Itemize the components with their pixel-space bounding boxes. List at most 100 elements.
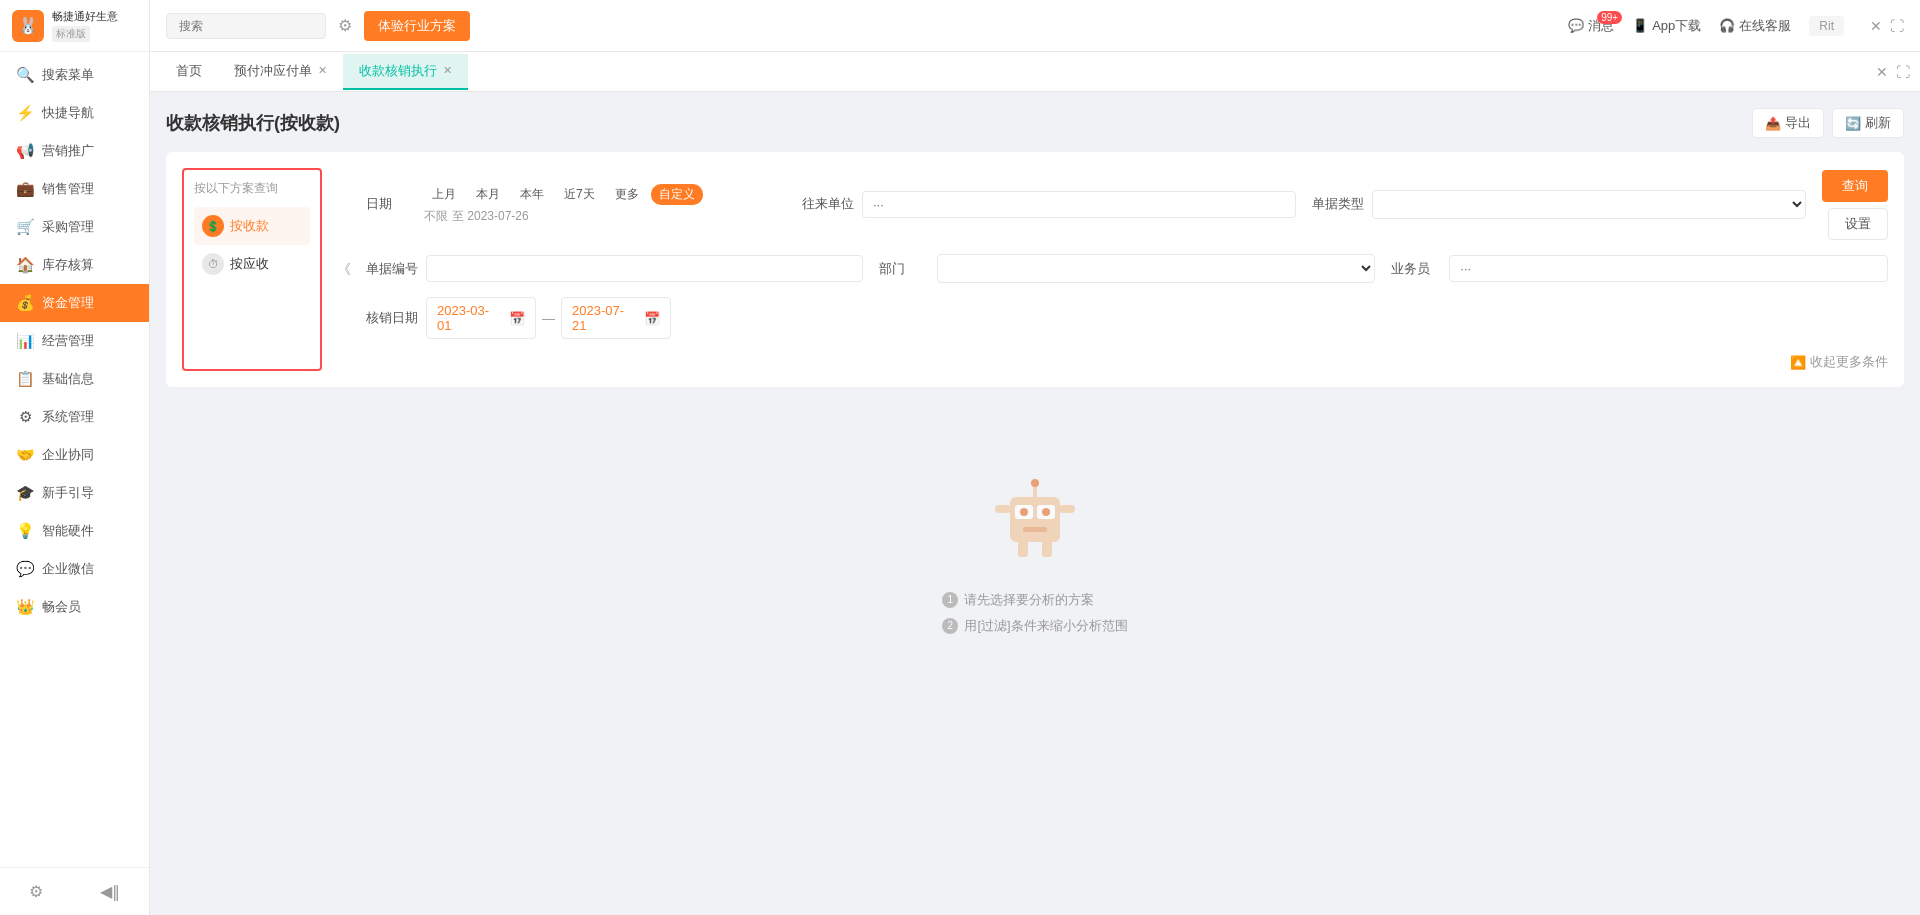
voucher-type-select[interactable] bbox=[1372, 190, 1806, 219]
app-download-label: App下载 bbox=[1652, 17, 1701, 35]
sidebar-item-畅会员[interactable]: 👑畅会员 bbox=[0, 588, 149, 626]
sidebar-item-智能硬件[interactable]: 💡智能硬件 bbox=[0, 512, 149, 550]
tip-num-1: 1 bbox=[942, 592, 958, 608]
sidebar-item-经营管理[interactable]: 📊经营管理 bbox=[0, 322, 149, 360]
collapse-filter-sidebar-button[interactable]: 《 bbox=[334, 168, 354, 371]
logo-text-area: 畅捷通好生意 标准版 bbox=[52, 9, 118, 41]
nav-label-10: 企业协同 bbox=[42, 446, 94, 464]
collapse-label: 收起更多条件 bbox=[1810, 353, 1888, 371]
setting-button[interactable]: 设置 bbox=[1828, 208, 1888, 240]
user-info[interactable]: Rit bbox=[1809, 16, 1844, 36]
collapse-more-button[interactable]: 🔼 收起更多条件 bbox=[366, 353, 1888, 371]
sidebar-item-资金管理[interactable]: 💰资金管理 bbox=[0, 284, 149, 322]
date-no-limit-label: 不限 bbox=[424, 208, 448, 225]
filter-sidebar-title: 按以下方案查询 bbox=[194, 180, 310, 197]
nav-label-7: 经营管理 bbox=[42, 332, 94, 350]
nav-label-2: 营销推广 bbox=[42, 142, 94, 160]
logo-area: 🐰 畅捷通好生意 标准版 bbox=[0, 0, 149, 52]
tab-maximize-icon[interactable]: ⛶ bbox=[1896, 64, 1910, 80]
sidebar-item-系统管理[interactable]: ⚙系统管理 bbox=[0, 398, 149, 436]
tab-close-2[interactable]: ✕ bbox=[443, 64, 452, 77]
verify-date-start-input[interactable]: 2023-03-01 📅 bbox=[426, 297, 536, 339]
sidebar-item-搜索菜单[interactable]: 🔍搜索菜单 bbox=[0, 56, 149, 94]
svg-point-3 bbox=[1020, 508, 1028, 516]
svg-rect-0 bbox=[1010, 497, 1060, 542]
nav-icon-13: 💬 bbox=[16, 560, 34, 578]
empty-illustration bbox=[985, 467, 1085, 567]
sidebar-item-采购管理[interactable]: 🛒采购管理 bbox=[0, 208, 149, 246]
nav-icon-10: 🤝 bbox=[16, 446, 34, 464]
tab-close-window-icon[interactable]: ✕ bbox=[1876, 64, 1888, 80]
refresh-button[interactable]: 🔄 刷新 bbox=[1832, 108, 1904, 138]
maximize-window-icon[interactable]: ⛶ bbox=[1890, 18, 1904, 34]
sidebar-item-营销推广[interactable]: 📢营销推广 bbox=[0, 132, 149, 170]
empty-state: 1 请先选择要分析的方案 2 用[过滤]条件来缩小分析范围 bbox=[166, 387, 1904, 719]
tab-收款核销执行[interactable]: 收款核销执行✕ bbox=[343, 54, 468, 90]
counterparty-input[interactable] bbox=[862, 191, 1296, 218]
filter-form: 日期 上月 本月 本年 近7天 更多 自定义 不限 bbox=[366, 168, 1888, 371]
settings-icon[interactable]: ⚙ bbox=[25, 878, 47, 905]
filter-actions: 查询 设置 bbox=[1822, 168, 1888, 240]
headset-icon: 🎧 bbox=[1719, 18, 1735, 33]
nav-icon-6: 💰 bbox=[16, 294, 34, 312]
date-separator: — bbox=[542, 311, 555, 326]
nav-icon-4: 🛒 bbox=[16, 218, 34, 236]
export-button[interactable]: 📤 导出 bbox=[1752, 108, 1824, 138]
nav-icon-0: 🔍 bbox=[16, 66, 34, 84]
sidebar-item-基础信息[interactable]: 📋基础信息 bbox=[0, 360, 149, 398]
nav-label-5: 库存核算 bbox=[42, 256, 94, 274]
date-label: 日期 bbox=[366, 195, 416, 213]
calendar-start-icon: 📅 bbox=[509, 311, 525, 326]
collapse-sidebar-icon[interactable]: ◀‖ bbox=[96, 878, 124, 905]
search-input[interactable] bbox=[166, 13, 326, 39]
voucher-no-input[interactable] bbox=[426, 255, 863, 282]
filter-option-by-receivable[interactable]: ⏱ 按应收 bbox=[194, 245, 310, 283]
close-window-icon[interactable]: ✕ bbox=[1870, 18, 1882, 34]
department-label: 部门 bbox=[879, 260, 929, 278]
receipt-icon: 💲 bbox=[202, 215, 224, 237]
tab-bar: 首页预付冲应付单✕收款核销执行✕✕⛶ bbox=[150, 52, 1920, 92]
sidebar-item-新手引导[interactable]: 🎓新手引导 bbox=[0, 474, 149, 512]
date-last-7days-btn[interactable]: 近7天 bbox=[556, 183, 603, 206]
sidebar-item-企业协同[interactable]: 🤝 企业协同 bbox=[0, 436, 149, 474]
gear-icon[interactable]: ⚙ bbox=[338, 16, 352, 35]
sidebar-item-库存核算[interactable]: 🏠 库存核算 bbox=[0, 246, 149, 284]
nav-icon-5: 🏠 bbox=[16, 256, 34, 274]
tip-num-2: 2 bbox=[942, 618, 958, 634]
app-download-button[interactable]: 📱 App下载 bbox=[1632, 17, 1701, 35]
svg-point-4 bbox=[1042, 508, 1050, 516]
topbar-right: 💬 消息 99+ 📱 App下载 🎧 在线客服 Rit ✕ ⛶ bbox=[1568, 16, 1904, 36]
sidebar-item-销售管理[interactable]: 💼销售管理 bbox=[0, 170, 149, 208]
page-content: 收款核销执行(按收款) 📤 导出 🔄 刷新 按以下方案查询 💲 按收款 bbox=[150, 92, 1920, 915]
nav-icon-12: 💡 bbox=[16, 522, 34, 540]
window-controls: ✕ ⛶ bbox=[1870, 18, 1904, 34]
message-button[interactable]: 💬 消息 99+ bbox=[1568, 17, 1614, 35]
date-more-btn[interactable]: 更多 bbox=[607, 183, 647, 206]
tab-label-1: 预付冲应付单 bbox=[234, 62, 312, 80]
message-icon: 💬 bbox=[1568, 18, 1584, 33]
tab-首页[interactable]: 首页 bbox=[160, 54, 218, 90]
sidebar-item-快捷导航[interactable]: ⚡快捷导航 bbox=[0, 94, 149, 132]
date-this-year-btn[interactable]: 本年 bbox=[512, 183, 552, 206]
online-service-button[interactable]: 🎧 在线客服 bbox=[1719, 17, 1791, 35]
receivable-icon: ⏱ bbox=[202, 253, 224, 275]
solution-button[interactable]: 体验行业方案 bbox=[364, 11, 470, 41]
date-last-month-btn[interactable]: 上月 bbox=[424, 183, 464, 206]
department-select[interactable] bbox=[937, 254, 1376, 283]
verify-date-end-input[interactable]: 2023-07-21 📅 bbox=[561, 297, 671, 339]
verify-date-end-value: 2023-07-21 bbox=[572, 303, 636, 333]
message-badge: 99+ bbox=[1597, 11, 1622, 24]
verify-date-start-value: 2023-03-01 bbox=[437, 303, 501, 333]
filter-option-by-receipt[interactable]: 💲 按收款 bbox=[194, 207, 310, 245]
topbar-left: ⚙ 体验行业方案 bbox=[166, 11, 470, 41]
query-button[interactable]: 查询 bbox=[1822, 170, 1888, 202]
date-custom-btn[interactable]: 自定义 bbox=[651, 184, 703, 205]
svg-rect-9 bbox=[1059, 505, 1075, 513]
staff-input[interactable] bbox=[1449, 255, 1888, 282]
tab-预付冲应付单[interactable]: 预付冲应付单 ✕ bbox=[218, 54, 343, 90]
date-this-month-btn[interactable]: 本月 bbox=[468, 183, 508, 206]
nav-icon-8: 📋 bbox=[16, 370, 34, 388]
sidebar-item-企业微信[interactable]: 💬企业微信 bbox=[0, 550, 149, 588]
filter-counterparty-field: 往来单位 bbox=[802, 191, 1296, 218]
tab-close-1[interactable]: ✕ bbox=[318, 64, 327, 77]
